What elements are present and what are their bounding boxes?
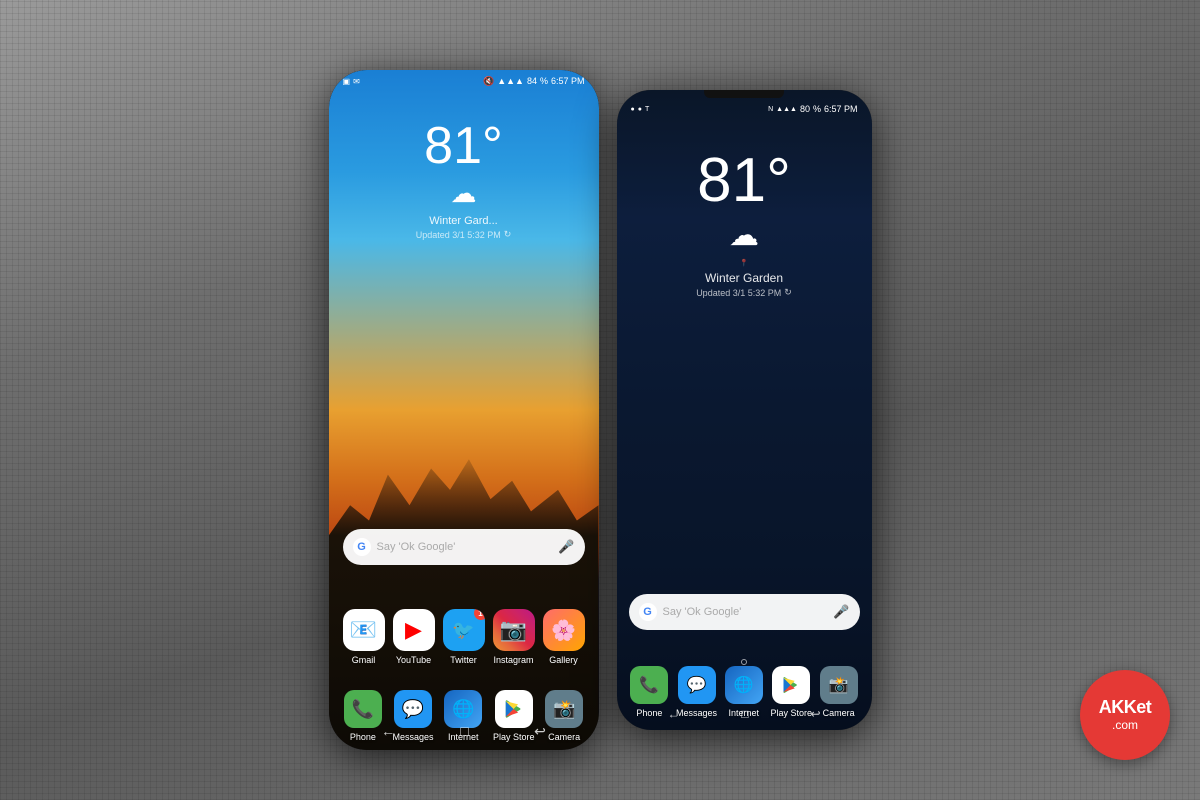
phones-container: ▣ ✉ 🔇 ▲▲▲ 84% 6:57 PM 81° ☁ Winter Gard.… (329, 70, 872, 750)
back-btn-left[interactable]: ← (381, 723, 395, 739)
instagram-icon: 📷 (493, 609, 535, 651)
app-gallery[interactable]: 🌸 Gallery (543, 609, 585, 665)
instagram-label: Instagram (493, 655, 533, 665)
home-btn-right[interactable]: □ (741, 707, 748, 721)
search-bar-left[interactable]: G Say 'Ok Google' 🎤 (343, 529, 585, 565)
twitter-badge: 1 (474, 609, 485, 620)
app-instagram[interactable]: 📷 Instagram (493, 609, 535, 665)
status-right-info-right: N ▲▲▲ 80% 6:57 PM (768, 104, 857, 114)
playstore-svg-right (781, 675, 801, 695)
weather-location-left: Winter Gard... (416, 215, 512, 227)
phone-left: ▣ ✉ 🔇 ▲▲▲ 84% 6:57 PM 81° ☁ Winter Gard.… (329, 70, 599, 750)
battery-text: 84 (527, 76, 537, 86)
app-gmail[interactable]: 📧 Gmail (343, 609, 385, 665)
app-youtube[interactable]: ▶ YouTube (393, 609, 435, 665)
weather-widget-left: 81° ☁ Winter Gard... Updated 3/1 5:32 PM… (416, 120, 512, 240)
home-btn-left[interactable]: □ (460, 723, 468, 739)
earpiece-right (704, 90, 784, 98)
youtube-icon: ▶ (393, 609, 435, 651)
weather-widget-right: 81° ☁ 📍 Winter Garden Updated 3/1 5:32 P… (644, 150, 844, 298)
status-icon-r1: ● (631, 106, 635, 113)
phone-right: ● ● T N ▲▲▲ 80% 6:57 PM 81° ☁ 📍 (617, 90, 872, 730)
recents-btn-left[interactable]: ↩ (534, 723, 546, 740)
signal-icon-right: ▲▲▲ (776, 106, 797, 113)
recents-btn-right[interactable]: ↩ (810, 707, 820, 721)
google-logo-left: G (353, 538, 371, 556)
time-left: 6:57 PM (551, 76, 585, 86)
status-bar-left: ▣ ✉ 🔇 ▲▲▲ 84% 6:57 PM (329, 70, 599, 92)
app-row-left: 📧 Gmail ▶ YouTube 🐦 (329, 609, 599, 665)
status-left-icons-right: ● ● T (631, 106, 650, 113)
nav-bar-right: ← □ ↩ (617, 698, 872, 730)
notification-icon: ▣ (343, 77, 351, 86)
time-right: 6:57 PM (824, 104, 858, 114)
gallery-icon: 🌸 (543, 609, 585, 651)
gallery-label: Gallery (549, 655, 578, 665)
home-indicator-right (741, 659, 747, 665)
mic-icon-right[interactable]: 🎤 (833, 604, 849, 620)
weather-cloud-left: ☁ (416, 178, 512, 209)
google-logo-right: G (639, 603, 657, 621)
refresh-icon-right: ↻ (784, 287, 792, 298)
nfc-icon: N (768, 106, 773, 113)
weather-location-right: Winter Garden (644, 271, 844, 285)
app-twitter[interactable]: 🐦 1 Twitter (443, 609, 485, 665)
status-right-info: 🔇 ▲▲▲ 84% 6:57 PM (483, 76, 585, 87)
watermark-line1: AKKet (1099, 698, 1152, 718)
status-bar-right: ● ● T N ▲▲▲ 80% 6:57 PM (617, 98, 872, 120)
weather-temp-left: 81° (416, 120, 512, 172)
nav-bar-left: ← □ ↩ (329, 712, 599, 750)
weather-cloud-right: ☁ (644, 218, 844, 253)
watermark: AKKet .com (1080, 670, 1170, 760)
battery-text-right: 80 (800, 104, 810, 114)
gmail-icon: 📧 (343, 609, 385, 651)
weather-pin-right: 📍 (644, 259, 844, 267)
weather-updated-left: Updated 3/1 5:32 PM ↻ (416, 229, 512, 240)
signal-icon: ▲▲▲ (497, 76, 524, 86)
scene: ▣ ✉ 🔇 ▲▲▲ 84% 6:57 PM 81° ☁ Winter Gard.… (0, 0, 1200, 800)
status-left-icons: ▣ ✉ (343, 77, 360, 86)
refresh-icon: ↻ (504, 229, 512, 240)
search-placeholder-left: Say 'Ok Google' (377, 541, 553, 553)
twitter-label: Twitter (450, 655, 477, 665)
gmail-label: Gmail (352, 655, 376, 665)
search-bar-right[interactable]: G Say 'Ok Google' 🎤 (629, 594, 860, 630)
search-placeholder-right: Say 'Ok Google' (663, 606, 828, 618)
mute-icon: 🔇 (483, 76, 494, 87)
youtube-label: YouTube (396, 655, 431, 665)
watermark-line2: .com (1112, 718, 1138, 732)
twitter-icon: 🐦 1 (443, 609, 485, 651)
mic-icon-left[interactable]: 🎤 (558, 539, 574, 555)
weather-temp-right: 81° (644, 150, 844, 212)
status-icon-r3: T (645, 106, 649, 113)
back-btn-right[interactable]: ← (667, 707, 679, 721)
weather-updated-right: Updated 3/1 5:32 PM ↻ (644, 287, 844, 298)
screen-left: ▣ ✉ 🔇 ▲▲▲ 84% 6:57 PM 81° ☁ Winter Gard.… (329, 70, 599, 750)
status-icon-r2: ● (638, 106, 642, 113)
screen-right: ● ● T N ▲▲▲ 80% 6:57 PM 81° ☁ 📍 (617, 90, 872, 730)
email-icon: ✉ (353, 77, 360, 86)
